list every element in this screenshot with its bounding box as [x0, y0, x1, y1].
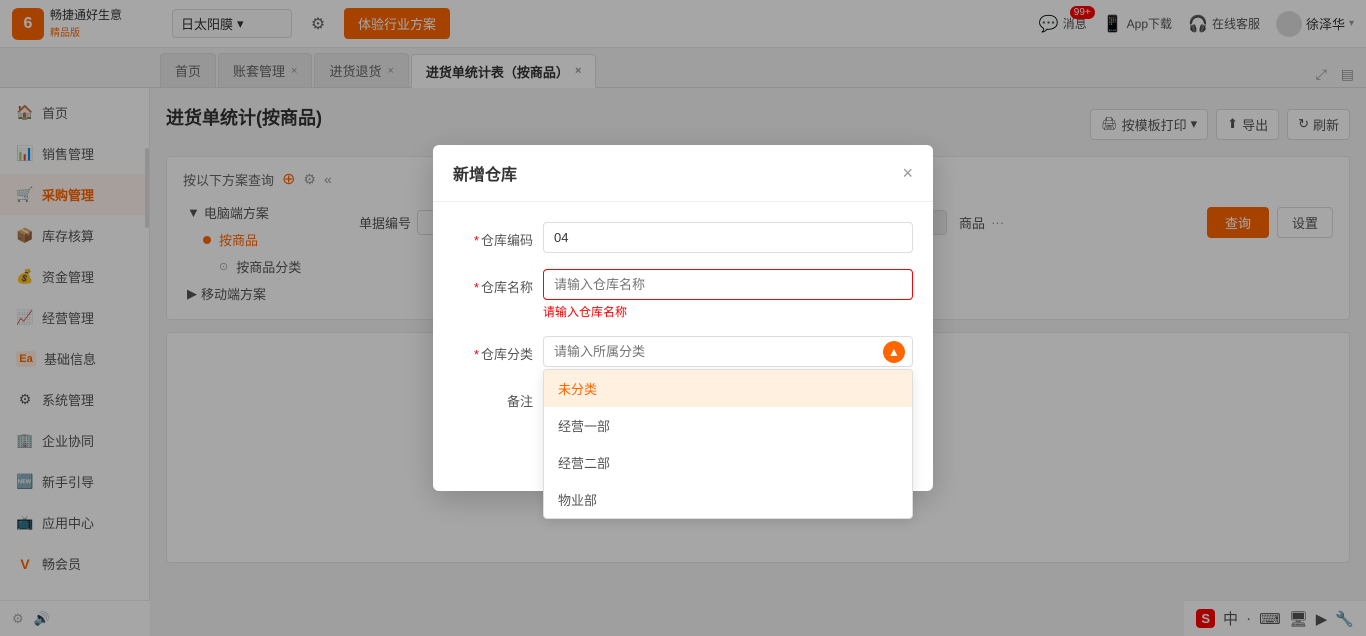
- modal-header: 新增仓库 ×: [433, 145, 933, 202]
- dropdown-item-dept1[interactable]: 经营一部: [544, 407, 912, 444]
- modal-overlay: 新增仓库 × *仓库编码 *仓库名称 请输入仓库名称: [0, 0, 1366, 636]
- form-row-warehouse-category: *仓库分类 ▲ 未分类 经营一部 经营二部 物业部: [453, 336, 913, 367]
- warehouse-category-label: *仓库分类: [453, 336, 533, 363]
- warehouse-name-error: 请输入仓库名称: [543, 303, 913, 320]
- warehouse-category-field: ▲ 未分类 经营一部 经营二部 物业部: [543, 336, 913, 367]
- dropdown-item-property[interactable]: 物业部: [544, 481, 912, 518]
- dropdown-item-dept2[interactable]: 经营二部: [544, 444, 912, 481]
- form-row-warehouse-code: *仓库编码: [453, 222, 913, 253]
- modal-body: *仓库编码 *仓库名称 请输入仓库名称 *仓库分类: [433, 202, 933, 430]
- warehouse-name-field: 请输入仓库名称: [543, 269, 913, 320]
- category-dropdown: 未分类 经营一部 经营二部 物业部: [543, 369, 913, 519]
- warehouse-code-field: [543, 222, 913, 253]
- warehouse-code-label: *仓库编码: [453, 222, 533, 249]
- remark-label: 备注: [453, 383, 533, 410]
- warehouse-category-input[interactable]: [543, 336, 913, 367]
- warehouse-code-input[interactable]: [543, 222, 913, 253]
- modal-title: 新增仓库: [453, 161, 517, 185]
- modal-close-icon[interactable]: ×: [902, 164, 913, 182]
- warehouse-name-input[interactable]: [543, 269, 913, 300]
- warehouse-name-label: *仓库名称: [453, 269, 533, 296]
- new-warehouse-modal: 新增仓库 × *仓库编码 *仓库名称 请输入仓库名称: [433, 145, 933, 491]
- category-up-icon[interactable]: ▲: [883, 341, 905, 363]
- category-input-wrap: ▲: [543, 336, 913, 367]
- form-row-warehouse-name: *仓库名称 请输入仓库名称: [453, 269, 913, 320]
- dropdown-item-no-category[interactable]: 未分类: [544, 370, 912, 407]
